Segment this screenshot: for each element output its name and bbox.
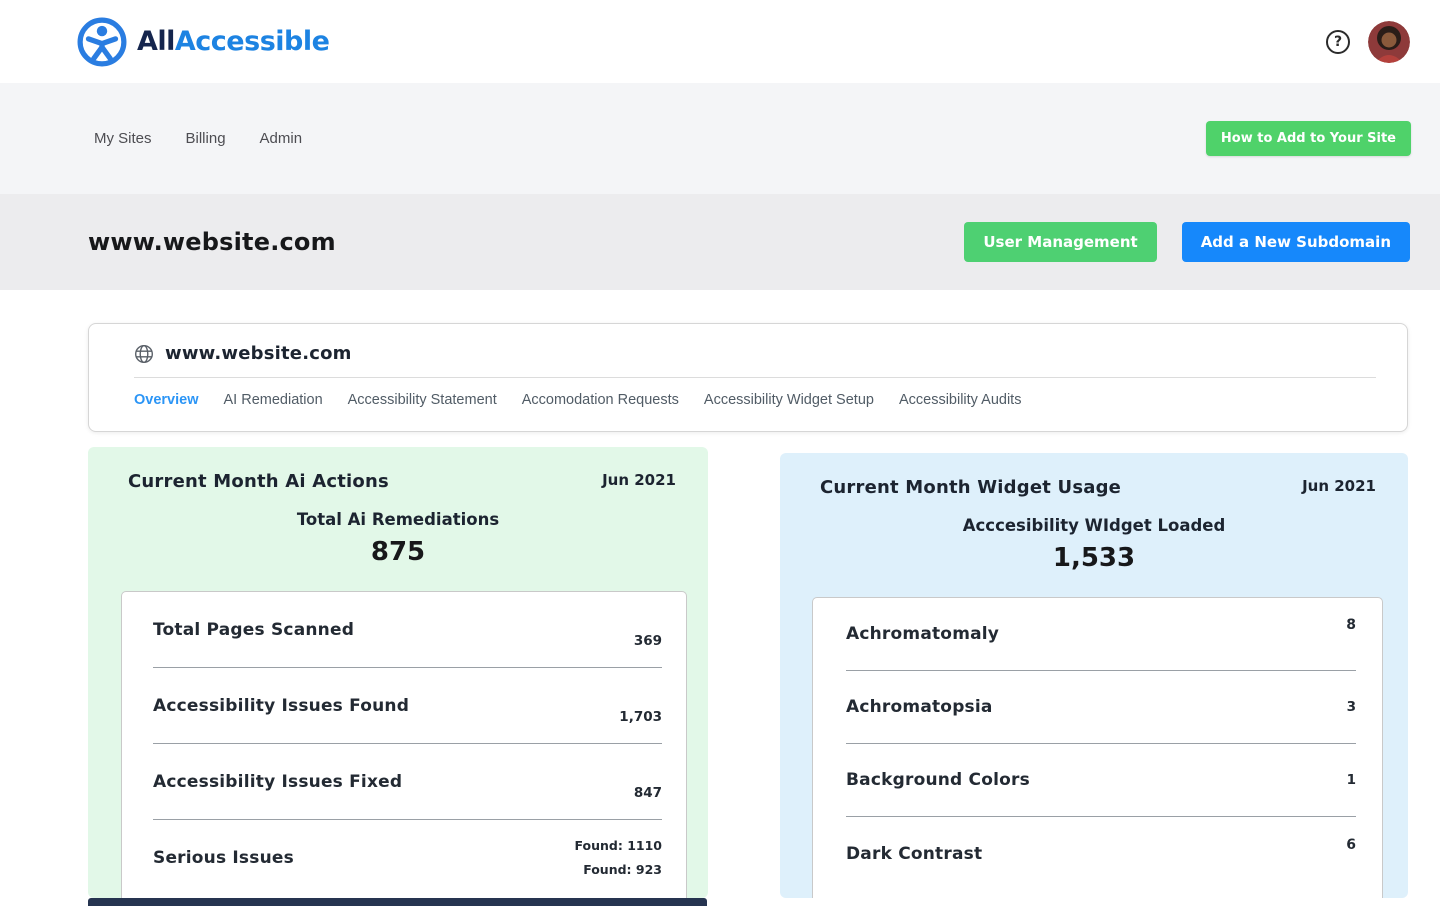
metric-value: 847 [633, 784, 662, 801]
tab-overview[interactable]: Overview [134, 392, 199, 408]
add-subdomain-button[interactable]: Add a New Subdomain [1181, 222, 1410, 262]
metric-label: Dark Contrast [846, 843, 983, 864]
metric-row-issues-fixed: Accessibility Issues Fixed 847 [153, 744, 662, 820]
tab-ai-remediation[interactable]: AI Remediation [224, 392, 323, 408]
metric-label: Accessibility Issues Found [153, 695, 410, 716]
brand-name-secondary: Accessible [174, 26, 330, 57]
widget-usage-metrics-card: Achromatomaly 8 Achromatopsia 3 Backgrou… [812, 597, 1383, 898]
ai-actions-period: Jun 2021 [602, 471, 676, 489]
widget-usage-period: Jun 2021 [1302, 477, 1376, 495]
site-card: www.website.com Overview AI Remediation … [88, 323, 1408, 432]
metric-value: 8 [1346, 617, 1356, 633]
metric-label: Achromatopsia [846, 697, 993, 717]
how-to-add-button[interactable]: How to Add to Your Site [1205, 121, 1411, 156]
tab-accomodation-requests[interactable]: Accomodation Requests [522, 392, 679, 408]
metric-label: Background Colors [846, 770, 1030, 790]
nav-item-my-sites[interactable]: My Sites [94, 130, 152, 147]
ai-actions-panel: Current Month Ai Actions Jun 2021 Total … [88, 447, 708, 898]
metric-value: 6 [1346, 836, 1356, 853]
metric-row-achromatopsia: Achromatopsia 3 [846, 671, 1356, 744]
site-card-divider [134, 377, 1376, 378]
ai-actions-summary-label: Total Ai Remediations [296, 510, 500, 529]
metric-row-dark-contrast: Dark Contrast 6 [846, 817, 1356, 890]
brand-logo[interactable]: AllAccessible [77, 17, 330, 67]
brand-name: AllAccessible [137, 26, 330, 57]
ai-actions-summary-value: 875 [370, 537, 426, 567]
metric-value: 369 [633, 632, 662, 649]
metric-label: Accessibility Issues Fixed [153, 771, 403, 792]
metric-value: 1,703 [619, 708, 662, 725]
ai-actions-metrics-card: Total Pages Scanned 369 Accessibility Is… [121, 591, 687, 898]
metric-value: 1 [1346, 772, 1356, 788]
avatar[interactable] [1368, 20, 1410, 63]
tab-accessibility-audits[interactable]: Accessibility Audits [899, 392, 1022, 408]
app-screen: AllAccessible ? My Sites Billing Admin H… [0, 0, 1440, 906]
ai-actions-title: Current Month Ai Actions [128, 471, 389, 492]
help-icon[interactable]: ? [1326, 29, 1350, 54]
metric-label: Achromatomaly [846, 624, 1000, 644]
help-glyph: ? [1333, 33, 1343, 50]
metric-value: 3 [1346, 699, 1356, 715]
metric-value-stack: Found: 1110 Found: 923 [574, 834, 662, 882]
metric-row-serious-issues: Serious Issues Found: 1110 Found: 923 [153, 820, 662, 896]
page-title: www.website.com [88, 228, 336, 256]
brand-name-primary: All [137, 26, 175, 57]
page-header: www.website.com User Management Add a Ne… [0, 194, 1440, 290]
widget-usage-summary-label: Acccesibility WIdget Loaded [962, 516, 1226, 535]
metric-row-achromatomaly: Achromatomaly 8 [846, 598, 1356, 671]
accessibility-person-icon [77, 17, 127, 66]
widget-usage-panel: Current Month Widget Usage Jun 2021 Accc… [780, 453, 1408, 898]
top-header: AllAccessible ? [0, 0, 1440, 83]
widget-usage-panel-header: Current Month Widget Usage Jun 2021 [780, 453, 1408, 498]
metric-row-pages-scanned: Total Pages Scanned 369 [153, 592, 662, 668]
main-navbar: My Sites Billing Admin How to Add to You… [0, 83, 1440, 194]
metric-label: Serious Issues [153, 848, 294, 868]
metric-row-background-colors: Background Colors 1 [846, 744, 1356, 817]
site-card-title: www.website.com [165, 343, 352, 364]
metric-label: Total Pages Scanned [153, 619, 355, 640]
metric-row-issues-found: Accessibility Issues Found 1,703 [153, 668, 662, 744]
page-header-actions: User Management Add a New Subdomain [964, 222, 1410, 262]
globe-icon [134, 344, 154, 363]
metric-value-found: Found: 1110 [574, 838, 662, 853]
site-card-header: www.website.com [134, 343, 1376, 364]
nav-item-admin[interactable]: Admin [260, 130, 303, 147]
widget-usage-title: Current Month Widget Usage [820, 477, 1122, 498]
left-panel-footer-bar [88, 898, 707, 906]
ai-actions-panel-header: Current Month Ai Actions Jun 2021 [88, 447, 708, 492]
nav-links: My Sites Billing Admin [94, 130, 302, 147]
nav-item-billing[interactable]: Billing [186, 130, 226, 147]
user-management-button[interactable]: User Management [964, 222, 1157, 262]
site-card-tabs: Overview AI Remediation Accessibility St… [134, 392, 1376, 408]
widget-usage-summary-value: 1,533 [1052, 543, 1136, 573]
tab-accessibility-statement[interactable]: Accessibility Statement [348, 392, 497, 408]
header-actions: ? [1326, 20, 1410, 63]
metric-value-found-2: Found: 923 [583, 862, 662, 877]
tab-accessibility-widget-setup[interactable]: Accessibility Widget Setup [704, 392, 874, 408]
